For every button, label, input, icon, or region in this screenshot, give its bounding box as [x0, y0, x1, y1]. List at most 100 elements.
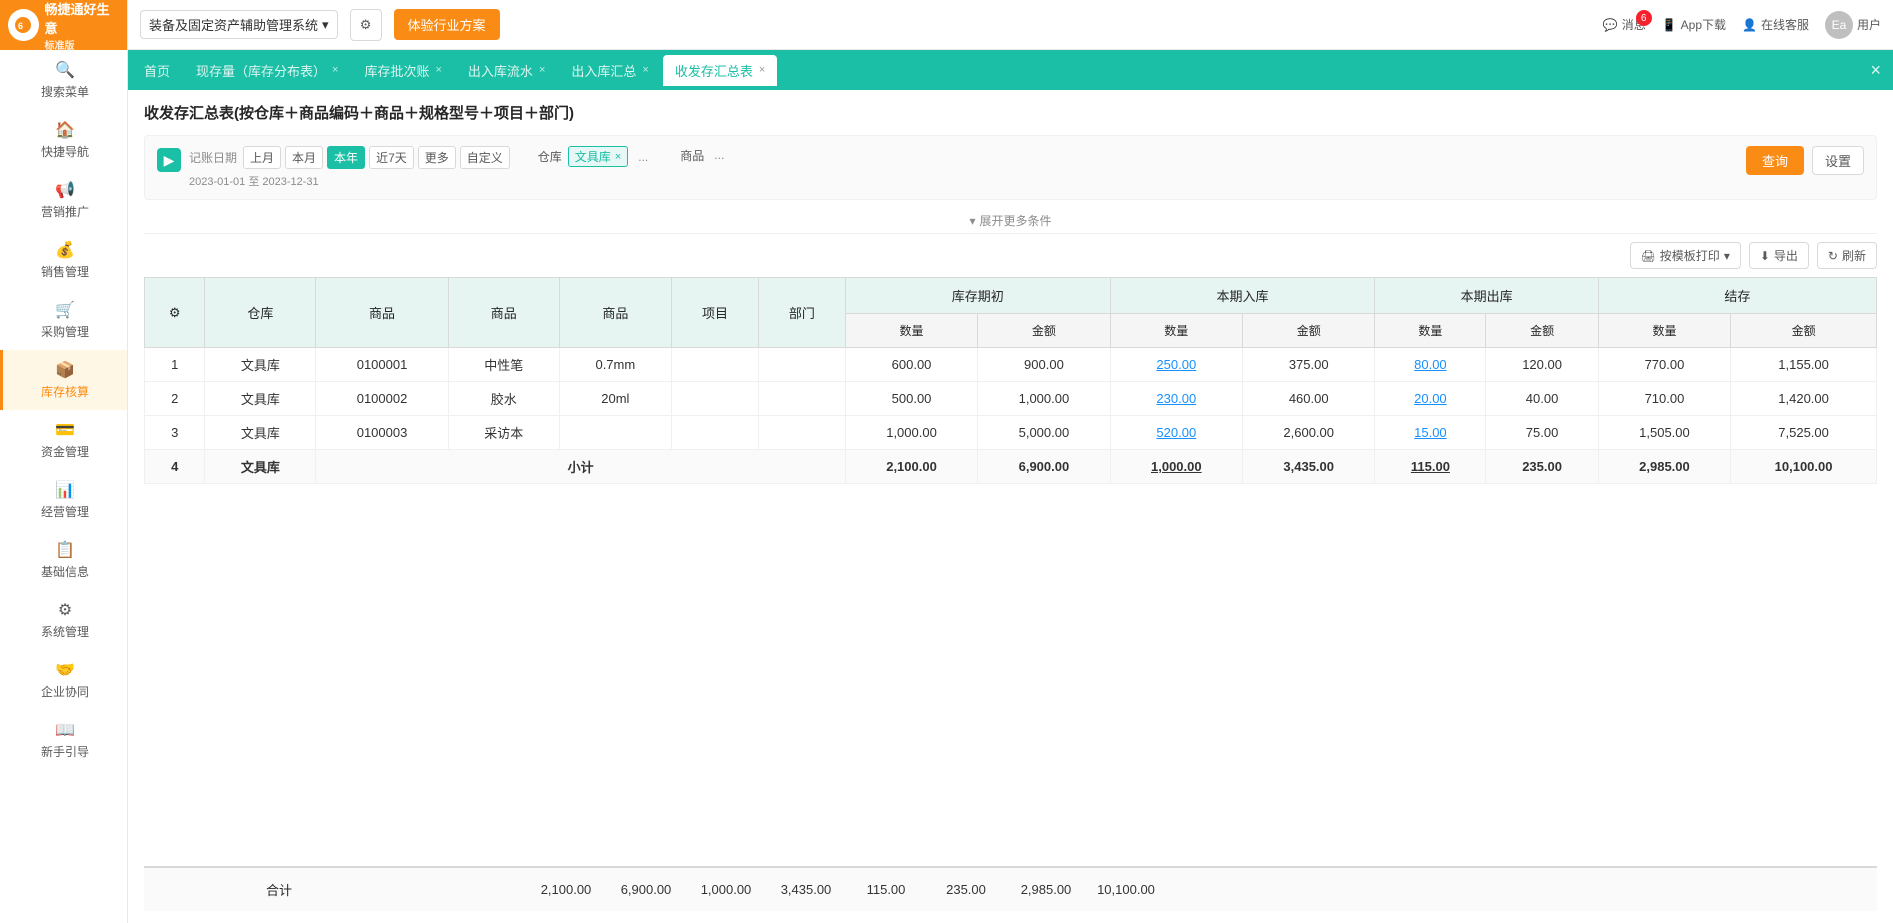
row-dept [758, 348, 845, 382]
tab-close-in-out-summary[interactable]: × [642, 65, 648, 76]
tab-bar: 首页 现存量（库存分布表） × 库存批次账 × 出入库流水 × 出入库汇总 × … [128, 50, 1893, 90]
refresh-button[interactable]: ↻ 刷新 [1817, 242, 1877, 269]
row-out-amt: 40.00 [1486, 382, 1598, 416]
service-icon: 👤 [1742, 18, 1757, 32]
filter-expand-button[interactable]: ▶ [157, 148, 181, 172]
sidebar-item-purchase[interactable]: 🛒 采购管理 [0, 290, 127, 350]
date-last-month-btn[interactable]: 上月 [243, 146, 281, 169]
notifications-badge: 6 [1636, 10, 1652, 26]
col-opening: 库存期初 [845, 278, 1110, 314]
avatar: Ea [1825, 11, 1853, 39]
row-goods-spec: 0.7mm [559, 348, 671, 382]
inventory-icon: 📦 [55, 360, 75, 380]
user-menu-button[interactable]: Ea 用户 [1825, 11, 1881, 39]
row-out-qty[interactable]: 15.00 [1375, 416, 1486, 450]
date-this-year-btn[interactable]: 本年 [327, 146, 365, 169]
sales-icon: 💰 [55, 240, 75, 260]
row-index: 3 [145, 416, 205, 450]
subtotal-bal-qty: 2,985.00 [1598, 450, 1730, 484]
subtotal-open-qty: 2,100.00 [845, 450, 977, 484]
footer-bal-qty: 2,985.00 [1006, 876, 1086, 903]
filter-settings-button[interactable]: 设置 [1812, 146, 1864, 175]
system-icon: ⚙ [58, 600, 72, 620]
row-index: 1 [145, 348, 205, 382]
subtotal-out-qty: 115.00 [1375, 450, 1486, 484]
sidebar: 6 畅捷通好生意 标准版 🔍 搜索菜单 🏠 快捷导航 📢 营销推广 💰 销售管理… [0, 0, 128, 923]
settings-button[interactable]: ⚙ [350, 9, 382, 41]
tab-close-in-out-flow[interactable]: × [539, 65, 545, 76]
date-more-btn[interactable]: 更多 [418, 146, 456, 169]
content-area: 收发存汇总表(按仓库＋商品编码＋商品＋规格型号＋项目＋部门) ▶ 记账日期 上月… [128, 90, 1893, 923]
row-out-qty[interactable]: 20.00 [1375, 382, 1486, 416]
tab-close-batch[interactable]: × [435, 65, 441, 76]
print-button[interactable]: 🖨 按模板打印 ▾ [1630, 242, 1741, 269]
tab-inventory-dist[interactable]: 现存量（库存分布表） × [184, 55, 350, 86]
sidebar-nav: 🔍 搜索菜单 🏠 快捷导航 📢 营销推广 💰 销售管理 🛒 采购管理 📦 库存核… [0, 50, 127, 923]
row-bal-qty: 770.00 [1598, 348, 1730, 382]
system-select[interactable]: 装备及固定资产辅助管理系统 ▾ [140, 10, 338, 39]
sidebar-item-enterprise[interactable]: 🤝 企业协同 [0, 650, 127, 710]
warehouse-more-button[interactable]: ... [634, 148, 652, 166]
row-goods-name: 中性笔 [448, 348, 559, 382]
sidebar-item-sales[interactable]: 💰 销售管理 [0, 230, 127, 290]
row-goods-code: 0100003 [316, 416, 448, 450]
dropdown-arrow-icon: ▾ [322, 17, 329, 33]
date-last-7days-btn[interactable]: 近7天 [369, 146, 414, 169]
marketing-icon: 📢 [55, 180, 75, 200]
date-custom-btn[interactable]: 自定义 [460, 146, 510, 169]
sidebar-item-search[interactable]: 🔍 搜索菜单 [0, 50, 127, 110]
row-open-amt: 5,000.00 [978, 416, 1110, 450]
footer-total-label: 合计 [246, 874, 526, 905]
tab-in-out-flow[interactable]: 出入库流水 × [456, 55, 557, 86]
sidebar-item-inventory[interactable]: 📦 库存核算 [0, 350, 127, 410]
export-button[interactable]: ⬇ 导出 [1749, 242, 1809, 269]
sidebar-item-system[interactable]: ⚙ 系统管理 [0, 590, 127, 650]
warehouse-filter-group: 仓库 文具库 × ... [538, 146, 652, 167]
row-dept [758, 382, 845, 416]
row-out-qty[interactable]: 80.00 [1375, 348, 1486, 382]
tab-close-recv-send-summary[interactable]: × [759, 65, 765, 76]
sidebar-item-operations[interactable]: 📊 经营管理 [0, 470, 127, 530]
sub-out-amt: 金额 [1486, 314, 1598, 348]
query-button[interactable]: 查询 [1746, 146, 1804, 175]
row-out-amt: 120.00 [1486, 348, 1598, 382]
expand-more-button[interactable]: ▾ 展开更多条件 [969, 212, 1051, 229]
tab-batch[interactable]: 库存批次账 × [352, 55, 453, 86]
filter-bar: ▶ 记账日期 上月 本月 本年 近7天 更多 自定义 2023-01-01 [144, 135, 1877, 200]
date-this-month-btn[interactable]: 本月 [285, 146, 323, 169]
sidebar-item-marketing[interactable]: 📢 营销推广 [0, 170, 127, 230]
sidebar-item-base-info[interactable]: 📋 基础信息 [0, 530, 127, 590]
export-icon: ⬇ [1760, 249, 1770, 263]
goods-filter-label: 商品 [680, 147, 704, 164]
row-in-qty[interactable]: 520.00 [1110, 416, 1242, 450]
tab-recv-send-summary[interactable]: 收发存汇总表 × [663, 55, 777, 86]
sidebar-item-guide[interactable]: 📖 新手引导 [0, 710, 127, 770]
sidebar-item-quick-nav[interactable]: 🏠 快捷导航 [0, 110, 127, 170]
trial-button[interactable]: 体验行业方案 [394, 9, 500, 40]
col-out: 本期出库 [1375, 278, 1598, 314]
subtotal-bal-amt: 10,100.00 [1731, 450, 1877, 484]
subtotal-row: 4 文具库 小计 2,100.00 6,900.00 1,000.00 3,43… [145, 450, 1877, 484]
notifications-button[interactable]: 💬 消息 6 [1603, 16, 1646, 33]
app-download-button[interactable]: 📱 App下载 [1662, 16, 1726, 33]
row-in-qty[interactable]: 250.00 [1110, 348, 1242, 382]
tab-close-inventory-dist[interactable]: × [332, 65, 338, 76]
sub-in-qty: 数量 [1110, 314, 1242, 348]
row-bal-qty: 1,505.00 [1598, 416, 1730, 450]
tab-in-out-summary[interactable]: 出入库汇总 × [559, 55, 660, 86]
sidebar-item-finance[interactable]: 💳 资金管理 [0, 410, 127, 470]
close-all-tabs-button[interactable]: × [1862, 60, 1889, 81]
tab-home[interactable]: 首页 [132, 55, 182, 86]
system-name: 装备及固定资产辅助管理系统 [149, 15, 318, 34]
goods-more-button[interactable]: ... [710, 146, 728, 164]
data-table-wrap: ⚙ 仓库 商品 商品 商品 项目 部门 库存期初 本期入库 本期出库 结存 [144, 277, 1877, 866]
row-dept [758, 416, 845, 450]
warehouse-tag-close-icon[interactable]: × [615, 151, 621, 163]
col-settings[interactable]: ⚙ [145, 278, 205, 348]
refresh-icon: ↻ [1828, 249, 1838, 263]
online-service-button[interactable]: 👤 在线客服 [1742, 16, 1809, 33]
row-bal-qty: 710.00 [1598, 382, 1730, 416]
logo-icon: 6 [8, 9, 39, 41]
row-open-qty: 500.00 [845, 382, 977, 416]
row-in-qty[interactable]: 230.00 [1110, 382, 1242, 416]
